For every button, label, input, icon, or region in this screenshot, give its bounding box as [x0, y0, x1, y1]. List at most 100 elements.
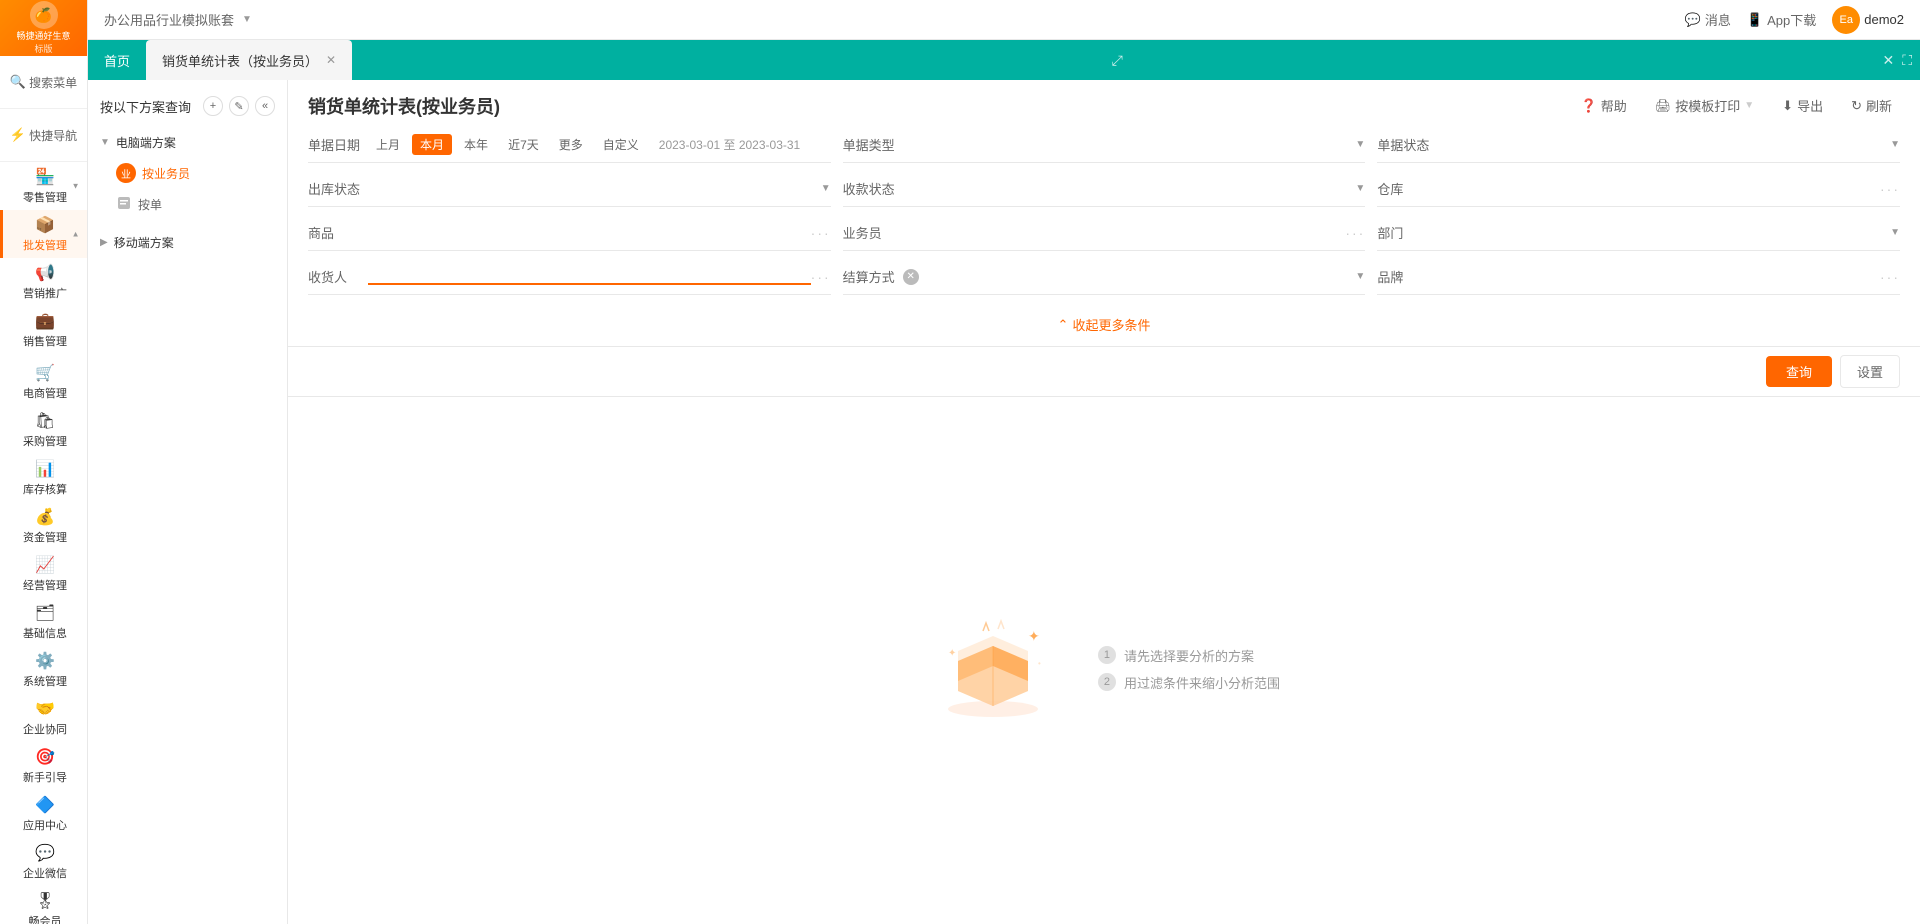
payment-select[interactable]: ✕ ▼	[903, 269, 1366, 285]
page-header-actions: ❓ 帮助 🖨 按模板打印 ▼ ⬇ 导出 ↻	[1573, 92, 1900, 119]
tab-expand-btn[interactable]: ⤢	[1100, 52, 1135, 69]
marketing-label: 营销推广	[23, 285, 67, 301]
recipient-label: 收货人	[308, 267, 360, 286]
sidebar-item-ecom[interactable]: 🛒 电商管理	[0, 358, 88, 406]
sidebar-item-corp[interactable]: 🤝 企业协同	[0, 694, 88, 742]
date-tabs: 上月 本月 本年 近7天 更多 自定义 2023-03-01 至 2023-03…	[368, 134, 800, 155]
add-scheme-btn[interactable]: +	[203, 96, 223, 116]
brand-dots-btn[interactable]: ···	[1880, 269, 1900, 285]
doc-type-label: 单据类型	[843, 135, 895, 154]
sidebar-item-newbie[interactable]: 🎯 新手引导	[0, 742, 88, 790]
user-info[interactable]: Ea demo2	[1832, 6, 1904, 34]
setting-small-btn[interactable]: 设置	[1840, 355, 1900, 388]
filter-row-1: 单据日期 上月 本月 本年 近7天 更多 自定义 2023-03-01 至 20…	[308, 131, 1900, 163]
tree-expand-icon-pc: ▼	[100, 137, 110, 148]
corp-label: 企业协同	[23, 721, 67, 737]
page-header-top: 销货单统计表(按业务员) ❓ 帮助 🖨 按模板打印 ▼ ⬇	[308, 92, 1900, 119]
doc-status-select[interactable]: ▼	[1437, 139, 1900, 150]
tab-close-btn[interactable]: ✕	[326, 53, 336, 67]
sidebar-item-inventory[interactable]: 📊 库存核算	[0, 454, 88, 502]
date-tab-7days[interactable]: 近7天	[500, 134, 547, 155]
date-tab-last-month[interactable]: 上月	[368, 134, 408, 155]
filter-doc-status: 单据状态 ▼	[1377, 131, 1900, 163]
salesperson-dots-btn[interactable]: ···	[1345, 225, 1365, 241]
sidebar-item-basic[interactable]: 🗂 基础信息	[0, 598, 88, 646]
tab-home[interactable]: 首页	[88, 40, 146, 80]
filter-row-3: 商品 ··· 业务员 ···	[308, 219, 1900, 251]
query-btn[interactable]: 查询	[1766, 356, 1832, 387]
tree-parent-mobile[interactable]: ▶ 移动端方案	[88, 228, 287, 257]
topbar-left: 办公用品行业模拟账套 ▼	[104, 10, 252, 29]
recipient-dots-btn[interactable]: ···	[811, 269, 831, 285]
sidebar-item-member[interactable]: 🎖 畅会员	[0, 886, 88, 924]
sidebar-item-appstore[interactable]: 🔷 应用中心	[0, 790, 88, 838]
export-btn[interactable]: ⬇ 导出	[1774, 92, 1831, 119]
tree-child-order[interactable]: 按单	[88, 189, 287, 220]
avatar: Ea	[1832, 6, 1860, 34]
tree-parent-pc[interactable]: ▼ 电脑端方案	[88, 128, 287, 157]
out-status-label: 出库状态	[308, 179, 360, 198]
message-label: 消息	[1705, 10, 1731, 29]
filter-row-4: 收货人 ··· 结算方式 ✕	[308, 263, 1900, 295]
window-close-btn[interactable]: ✕	[1882, 52, 1894, 69]
recipient-input[interactable]	[368, 268, 811, 285]
date-tab-this-month[interactable]: 本月	[412, 134, 452, 155]
tree-child-salesperson[interactable]: 业 按业务员	[88, 157, 287, 189]
tree-parent-label-pc: 电脑端方案	[116, 134, 176, 151]
doc-type-select[interactable]: ▼	[903, 139, 1366, 150]
collapse-filter-btn[interactable]: ⌃ 收起更多条件	[308, 307, 1900, 338]
sidebar-item-marketing[interactable]: 📢 营销推广	[0, 258, 88, 306]
date-tab-this-year[interactable]: 本年	[456, 134, 496, 155]
print-btn[interactable]: 🖨 按模板打印 ▼	[1647, 92, 1762, 119]
topbar-dropdown-btn[interactable]: ▼	[242, 14, 252, 25]
sidebar-item-wechat[interactable]: 💬 企业微信	[0, 838, 88, 886]
export-label: 导出	[1797, 96, 1823, 115]
date-tab-custom[interactable]: 自定义	[595, 134, 647, 155]
download-icon: 📱	[1747, 12, 1763, 28]
refresh-label: 刷新	[1866, 96, 1892, 115]
search-label: 搜索菜单	[29, 74, 77, 91]
payment-clear-btn[interactable]: ✕	[903, 269, 919, 285]
inventory-label: 库存核算	[23, 481, 67, 497]
filter-salesperson: 业务员 ···	[843, 219, 1366, 251]
sidebar-item-sales[interactable]: 💼 销售管理	[0, 306, 88, 354]
message-btn[interactable]: 💬 消息	[1685, 10, 1731, 29]
quick-nav-label: 快捷导航	[29, 127, 77, 144]
payment-clear-icon[interactable]: ✕	[903, 269, 919, 285]
app-download-btn[interactable]: 📱 App下载	[1747, 10, 1816, 29]
tab-sales-stat[interactable]: 销货单统计表（按业务员） ✕	[146, 40, 352, 80]
hint-text-2: 用过滤条件来缩小分析范围	[1124, 673, 1280, 692]
left-panel-title: 按以下方案查询	[100, 97, 191, 116]
sidebar-item-search[interactable]: 🔍 搜索菜单	[8, 64, 80, 100]
topbar-right: 💬 消息 📱 App下载 Ea demo2	[1685, 6, 1904, 34]
refresh-btn[interactable]: ↻ 刷新	[1843, 92, 1900, 119]
hint-num-2: 2	[1098, 673, 1116, 691]
help-btn[interactable]: ❓ 帮助	[1573, 92, 1635, 119]
sidebar-item-system[interactable]: ⚙️ 系统管理	[0, 646, 88, 694]
warehouse-dots-btn[interactable]: ···	[1880, 181, 1900, 197]
window-max-btn[interactable]: ⛶	[1902, 52, 1912, 69]
inventory-icon: 📊	[35, 459, 55, 479]
sidebar-item-retail[interactable]: 🏪 零售管理	[0, 162, 88, 210]
dept-select[interactable]: ▼	[1437, 227, 1900, 238]
brand-value: ···	[1437, 269, 1900, 285]
date-range-display: 2023-03-01 至 2023-03-31	[659, 136, 800, 153]
filter-receipt-status: 收款状态 ▼	[843, 175, 1366, 207]
app-logo: 🍊 畅捷通好生意 标版	[0, 0, 88, 56]
avatar-text: Ea	[1840, 14, 1853, 26]
username: demo2	[1864, 12, 1904, 27]
sidebar-item-wholesale[interactable]: 📦 批发管理	[0, 210, 88, 258]
edit-scheme-btn[interactable]: ✎	[229, 96, 249, 116]
receipt-status-select[interactable]: ▼	[903, 183, 1366, 194]
sidebar-item-ops[interactable]: 📈 经营管理	[0, 550, 88, 598]
date-tab-more[interactable]: 更多	[551, 134, 591, 155]
out-status-select[interactable]: ▼	[368, 183, 831, 194]
sidebar-item-quick-nav[interactable]: ⚡ 快捷导航	[8, 117, 80, 153]
print-dropdown-icon: ▼	[1744, 100, 1754, 111]
doc-status-arrow: ▼	[1890, 139, 1900, 150]
sidebar-item-finance[interactable]: 💰 资金管理	[0, 502, 88, 550]
product-dots-btn[interactable]: ···	[811, 225, 831, 241]
sidebar-item-purchase[interactable]: 🛍 采购管理	[0, 406, 88, 454]
sidebar-quick-nav-section: ⚡ 快捷导航	[0, 109, 87, 162]
collapse-panel-btn[interactable]: «	[255, 96, 275, 116]
